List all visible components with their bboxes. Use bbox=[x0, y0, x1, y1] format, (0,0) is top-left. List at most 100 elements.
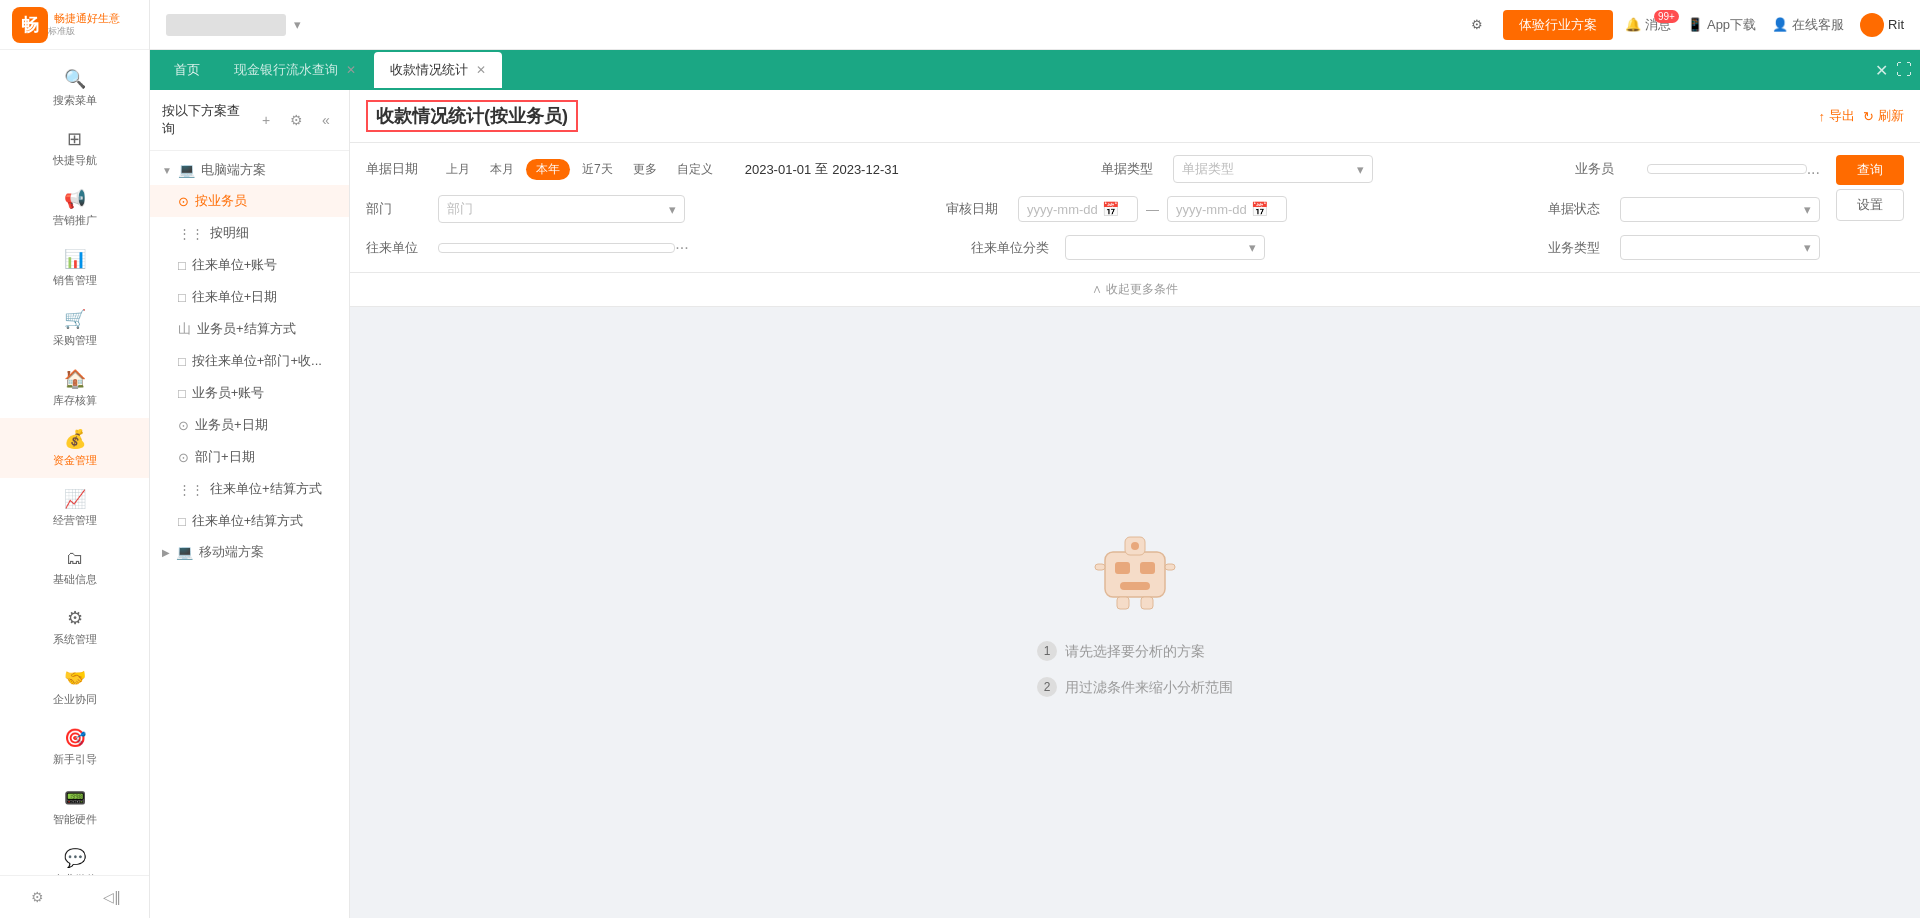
win-close-icon[interactable]: ✕ bbox=[1875, 61, 1888, 80]
scheme-item-by_salesman[interactable]: ⊙按业务员 bbox=[150, 185, 349, 217]
logo-icon: 畅 bbox=[12, 7, 48, 43]
salesman-more-icon[interactable]: ... bbox=[1807, 160, 1820, 178]
audit-start-input[interactable]: yyyy-mm-dd 📅 bbox=[1018, 196, 1138, 222]
sidebar-item-wechat[interactable]: 💬企业微信 bbox=[0, 837, 149, 875]
scheme-item-icon-dept_date: ⊙ bbox=[178, 450, 189, 465]
tab-receipt[interactable]: 收款情况统计 ✕ bbox=[374, 52, 502, 88]
online-service-area[interactable]: 👤 在线客服 bbox=[1772, 16, 1844, 34]
sidebar-item-operations[interactable]: 📈经营管理 bbox=[0, 478, 149, 538]
sidebar-item-basic_info[interactable]: 🗂基础信息 bbox=[0, 538, 149, 597]
main-area: ▾ ⚙ 体验行业方案 🔔 99+ 消息 📱 App下载 👤 在线客服 Rit bbox=[150, 0, 1920, 918]
purchase-icon: 🛒 bbox=[64, 308, 86, 330]
doc-type-label: 单据类型 bbox=[1101, 160, 1157, 178]
scheme-item-icon-partner_dept: □ bbox=[178, 354, 186, 369]
scheme-item-partner_payment2[interactable]: ⋮⋮往来单位+结算方式 bbox=[150, 473, 349, 505]
tab-bank-close[interactable]: ✕ bbox=[346, 63, 356, 77]
app-download-icon: 📱 bbox=[1687, 17, 1703, 32]
system-label: 系统管理 bbox=[53, 632, 97, 647]
svg-rect-8 bbox=[1117, 597, 1129, 609]
date-end: 2023-12-31 bbox=[832, 162, 899, 177]
collapse-button[interactable]: ∧ 收起更多条件 bbox=[1092, 281, 1177, 298]
notification-area[interactable]: 🔔 99+ 消息 bbox=[1625, 16, 1671, 34]
app-download-area[interactable]: 📱 App下载 bbox=[1687, 16, 1756, 34]
doc-status-select[interactable]: ▾ bbox=[1620, 197, 1820, 222]
settings-footer-icon[interactable]: ⚙ bbox=[26, 886, 48, 908]
scheme-item-partner_date[interactable]: □往来单位+日期 bbox=[150, 281, 349, 313]
guide-icon: 🎯 bbox=[64, 727, 86, 749]
sidebar-item-quick_nav[interactable]: ⊞快捷导航 bbox=[0, 118, 149, 178]
doc-type-select[interactable]: 单据类型 ▾ bbox=[1173, 155, 1373, 183]
add-scheme-button[interactable]: + bbox=[255, 109, 277, 131]
sidebar-item-hardware[interactable]: 📟智能硬件 bbox=[0, 777, 149, 837]
scheme-group-header-desktop[interactable]: ▼💻电脑端方案 bbox=[150, 155, 349, 185]
date-tab-last-month[interactable]: 上月 bbox=[438, 159, 478, 180]
online-service-label: 在线客服 bbox=[1792, 16, 1844, 34]
export-label: 导出 bbox=[1829, 107, 1855, 125]
company-dropdown-arrow[interactable]: ▾ bbox=[294, 17, 301, 32]
scheme-group-header-mobile[interactable]: ▶💻移动端方案 bbox=[150, 537, 349, 567]
scheme-settings-icon[interactable]: ⚙ bbox=[285, 109, 307, 131]
date-tab-more[interactable]: 更多 bbox=[625, 159, 665, 180]
user-info-area[interactable]: Rit bbox=[1860, 13, 1904, 37]
empty-state: 1 请先选择要分析的方案 2 用过滤条件来缩小分析范围 bbox=[350, 307, 1920, 918]
tab-bank[interactable]: 现金银行流水查询 ✕ bbox=[218, 52, 372, 88]
trial-button[interactable]: 体验行业方案 bbox=[1503, 10, 1613, 40]
filter-settings-button[interactable]: 设置 bbox=[1836, 189, 1904, 221]
scheme-item-salesman_date[interactable]: ⊙业务员+日期 bbox=[150, 409, 349, 441]
audit-end-calendar[interactable]: 📅 bbox=[1251, 201, 1268, 217]
sidebar-item-marketing[interactable]: 📢营销推广 bbox=[0, 178, 149, 238]
refresh-button[interactable]: ↻ 刷新 bbox=[1863, 107, 1904, 125]
inventory-icon: 🏠 bbox=[64, 368, 86, 390]
step-1: 1 请先选择要分析的方案 bbox=[1037, 637, 1233, 665]
scheme-item-dept_date[interactable]: ⊙部门+日期 bbox=[150, 441, 349, 473]
partner-input[interactable] bbox=[438, 243, 675, 253]
export-button[interactable]: ↑ 导出 bbox=[1819, 107, 1856, 125]
audit-start-value: yyyy-mm-dd bbox=[1027, 202, 1098, 217]
sidebar-item-guide[interactable]: 🎯新手引导 bbox=[0, 717, 149, 777]
scheme-item-salesman_account[interactable]: □业务员+账号 bbox=[150, 377, 349, 409]
scheme-group-mobile: ▶💻移动端方案 bbox=[150, 537, 349, 567]
tab-home[interactable]: 首页 bbox=[158, 52, 216, 88]
search-label: 搜索菜单 bbox=[53, 93, 97, 108]
dept-select[interactable]: 部门 ▾ bbox=[438, 195, 685, 223]
scheme-item-salesman_payment[interactable]: 山业务员+结算方式 bbox=[150, 313, 349, 345]
sidebar-item-inventory[interactable]: 🏠库存核算 bbox=[0, 358, 149, 418]
scheme-item-by_detail[interactable]: ⋮⋮按明细 bbox=[150, 217, 349, 249]
tab-bank-label: 现金银行流水查询 bbox=[234, 61, 338, 79]
sidebar-item-sales[interactable]: 📊销售管理 bbox=[0, 238, 149, 298]
salesman-input[interactable] bbox=[1647, 164, 1807, 174]
partner-more-icon[interactable]: ··· bbox=[675, 239, 688, 257]
biz-type-select[interactable]: ▾ bbox=[1620, 235, 1820, 260]
audit-end-input[interactable]: yyyy-mm-dd 📅 bbox=[1167, 196, 1287, 222]
right-content: 收款情况统计(按业务员) ↑ 导出 ↻ 刷新 bbox=[350, 90, 1920, 918]
audit-start-calendar[interactable]: 📅 bbox=[1102, 201, 1119, 217]
sidebar-item-system[interactable]: ⚙系统管理 bbox=[0, 597, 149, 657]
sidebar-item-finance[interactable]: 💰资金管理 bbox=[0, 418, 149, 478]
partner-category-label: 往来单位分类 bbox=[971, 239, 1049, 257]
company-selector[interactable] bbox=[166, 14, 286, 36]
empty-steps: 1 请先选择要分析的方案 2 用过滤条件来缩小分析范围 bbox=[1037, 637, 1233, 709]
query-button[interactable]: 查询 bbox=[1836, 155, 1904, 185]
partner-category-select[interactable]: ▾ bbox=[1065, 235, 1265, 260]
sidebar-item-purchase[interactable]: 🛒采购管理 bbox=[0, 298, 149, 358]
date-tab-custom[interactable]: 自定义 bbox=[669, 159, 721, 180]
partner-category-arrow: ▾ bbox=[1249, 240, 1256, 255]
scheme-item-partner_account[interactable]: □往来单位+账号 bbox=[150, 249, 349, 281]
gear-icon[interactable]: ⚙ bbox=[1463, 11, 1491, 39]
cooperation-label: 企业协同 bbox=[53, 692, 97, 707]
collapse-bar: ∧ 收起更多条件 bbox=[350, 273, 1920, 307]
doc-type-value: 单据类型 bbox=[1182, 160, 1234, 178]
tab-receipt-close[interactable]: ✕ bbox=[476, 63, 486, 77]
filter-area: 单据日期 上月 本月 本年 近7天 更多 自定义 2023-01-01 bbox=[350, 143, 1920, 273]
win-maximize-icon[interactable]: ⛶ bbox=[1896, 61, 1912, 79]
sidebar-item-cooperation[interactable]: 🤝企业协同 bbox=[0, 657, 149, 717]
panel-collapse-button[interactable]: « bbox=[315, 109, 337, 131]
date-tab-this-month[interactable]: 本月 bbox=[482, 159, 522, 180]
sidebar-collapse-icon[interactable]: ◁‖ bbox=[101, 886, 123, 908]
date-tab-7days[interactable]: 近7天 bbox=[574, 159, 621, 180]
sidebar-item-search[interactable]: 🔍搜索菜单 bbox=[0, 58, 149, 118]
step-2-text: 用过滤条件来缩小分析范围 bbox=[1065, 673, 1233, 701]
scheme-item-partner_dept[interactable]: □按往来单位+部门+收... bbox=[150, 345, 349, 377]
date-tab-this-year[interactable]: 本年 bbox=[526, 159, 570, 180]
scheme-item-partner_payment3[interactable]: □往来单位+结算方式 bbox=[150, 505, 349, 537]
